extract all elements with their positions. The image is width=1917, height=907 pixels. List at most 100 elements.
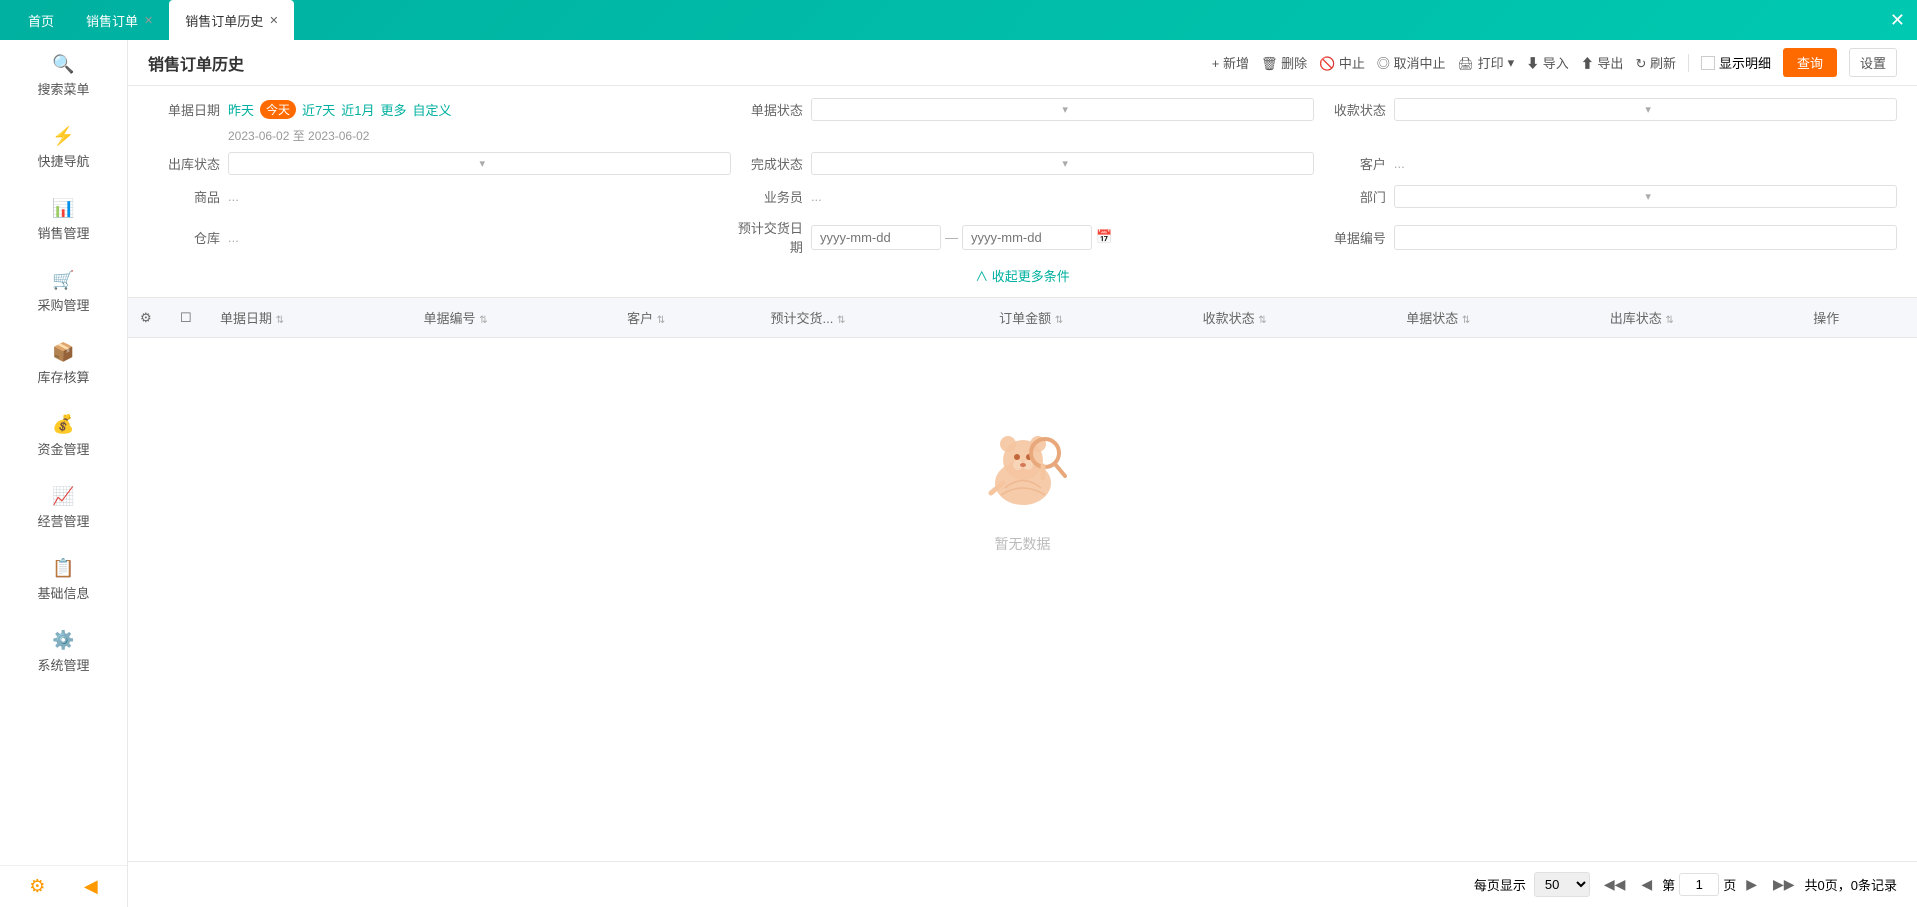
sort-receipt-status-icon[interactable]: ⇅ [1258, 315, 1266, 326]
sidebar-item-purchase-mgmt[interactable]: 🛒 采购管理 [0, 256, 127, 328]
sort-order-amount-icon[interactable]: ⇅ [1055, 315, 1063, 326]
collapse-bar[interactable]: ∧ 收起更多条件 [148, 266, 1897, 285]
sidebar-item-inventory[interactable]: 📦 库存核算 [0, 328, 127, 400]
expected-date-value: — 📅 [811, 225, 1314, 250]
th-receipt-status[interactable]: 收款状态 ⇅ [1191, 298, 1395, 338]
toolbar: + 新增 🗑 删除 🚫 中止 ◎ 取消中止 🖨 打印 ▾ ⬇ 导入 [1212, 48, 1897, 77]
th-customer[interactable]: 客户 ⇅ [615, 298, 758, 338]
shortcut-more[interactable]: 更多 [381, 100, 407, 119]
next-page-button[interactable]: ▶ [1740, 874, 1763, 895]
print-button[interactable]: 🖨 打印 ▾ [1458, 53, 1515, 72]
topbar-right: ✕ [1890, 10, 1905, 31]
empty-illustration [963, 418, 1083, 518]
sort-bill-date-icon[interactable]: ⇅ [276, 315, 284, 326]
table-area: ⚙ ☐ 单据日期 ⇅ 单据编号 ⇅ 客户 ⇅ [128, 298, 1917, 861]
sort-bill-status-icon[interactable]: ⇅ [1462, 315, 1470, 326]
bill-no-input[interactable] [1394, 225, 1897, 250]
sort-expected-date-icon[interactable]: ⇅ [837, 315, 845, 326]
stop-button[interactable]: 🚫 中止 [1319, 53, 1365, 72]
print-dropdown-icon[interactable]: ▾ [1508, 55, 1515, 71]
filter-section-department: 部门 ▾ [1314, 185, 1897, 208]
sidebar-item-operations[interactable]: 📈 经营管理 [0, 472, 127, 544]
out-status-label: 出库状态 [148, 154, 228, 173]
th-customer-label: 客户 [627, 311, 653, 326]
complete-status-select[interactable]: ▾ [811, 152, 1314, 175]
tab-sales-order-close[interactable]: ✕ [144, 14, 153, 27]
sidebar-item-inventory-label: 库存核算 [37, 367, 89, 386]
shortcut-last1month[interactable]: 近1月 [341, 100, 374, 119]
delete-button[interactable]: 🗑 删除 [1261, 53, 1307, 72]
th-expected-date[interactable]: 预计交货... ⇅ [759, 298, 988, 338]
calendar-icon-right[interactable]: 📅 [1096, 229, 1112, 245]
th-order-amount[interactable]: 订单金额 ⇅ [987, 298, 1191, 338]
sidebar-collapse-icon[interactable]: ◀ [84, 876, 98, 897]
tab-sales-order-label: 销售订单 [86, 11, 138, 30]
th-bill-date[interactable]: 单据日期 ⇅ [208, 298, 412, 338]
th-out-status[interactable]: 出库状态 ⇅ [1598, 298, 1802, 338]
receipt-status-select[interactable]: ▾ [1394, 98, 1897, 121]
th-receipt-status-label: 收款状态 [1203, 311, 1255, 326]
shortcut-custom[interactable]: 自定义 [413, 100, 452, 119]
th-out-status-label: 出库状态 [1610, 311, 1662, 326]
product-value: ... [228, 189, 731, 204]
th-operation: 操作 [1801, 298, 1917, 338]
print-button-label: 🖨 打印 [1458, 53, 1504, 72]
th-checkbox[interactable]: ☐ [168, 298, 208, 338]
data-table: ⚙ ☐ 单据日期 ⇅ 单据编号 ⇅ 客户 ⇅ [128, 298, 1917, 594]
th-order-amount-label: 订单金额 [999, 311, 1051, 326]
sidebar-item-basic-info[interactable]: 📋 基础信息 [0, 544, 127, 616]
out-status-select[interactable]: ▾ [228, 152, 731, 175]
toolbar-divider [1688, 54, 1689, 72]
shortcut-yesterday[interactable]: 昨天 [228, 100, 254, 119]
query-button[interactable]: 查询 [1783, 48, 1837, 77]
th-settings[interactable]: ⚙ [128, 298, 168, 338]
import-button[interactable]: ⬇ 导入 [1526, 53, 1569, 72]
th-bill-status[interactable]: 单据状态 ⇅ [1394, 298, 1598, 338]
window-close-button[interactable]: ✕ [1890, 10, 1905, 31]
shortcut-today[interactable]: 今天 [260, 100, 296, 119]
filter-section-receipt-status: 收款状态 ▾ [1314, 98, 1897, 121]
sidebar-item-search-menu[interactable]: 🔍 搜索菜单 [0, 40, 127, 112]
refresh-button[interactable]: ↻ 刷新 [1635, 53, 1676, 72]
th-bill-no-label: 单据编号 [424, 311, 476, 326]
sidebar-item-quick-nav[interactable]: ⚡ 快捷导航 [0, 112, 127, 184]
bill-status-select[interactable]: ▾ [811, 98, 1314, 121]
expected-date-from[interactable] [811, 225, 941, 250]
th-bill-no[interactable]: 单据编号 ⇅ [412, 298, 616, 338]
date-filter-value: 昨天 今天 近7天 近1月 更多 自定义 [228, 100, 731, 119]
top-bar: 首页 销售订单 ✕ 销售订单历史 ✕ ✕ [0, 0, 1917, 40]
display-detail[interactable]: 显示明细 [1701, 53, 1771, 72]
current-page-input[interactable] [1679, 873, 1719, 896]
prev-page-button[interactable]: ◀ [1635, 874, 1658, 895]
sidebar-item-finance[interactable]: 💰 资金管理 [0, 400, 127, 472]
sidebar-settings-icon[interactable]: ⚙ [29, 876, 45, 897]
product-input[interactable]: ... [228, 189, 239, 204]
sort-bill-no-icon[interactable]: ⇅ [479, 315, 487, 326]
out-status-arrow-icon: ▾ [479, 157, 721, 170]
th-operation-label: 操作 [1813, 311, 1839, 326]
last-page-button[interactable]: ▶▶ [1767, 874, 1801, 895]
sort-out-status-icon[interactable]: ⇅ [1665, 315, 1673, 326]
sidebar-item-sales-mgmt[interactable]: 📊 销售管理 [0, 184, 127, 256]
expected-date-to[interactable] [962, 225, 1092, 250]
cancel-stop-button[interactable]: ◎ 取消中止 [1377, 53, 1446, 72]
customer-input[interactable]: ... [1394, 156, 1405, 171]
sidebar-item-sys-mgmt[interactable]: ⚙️ 系统管理 [0, 616, 127, 688]
warehouse-input[interactable]: ... [228, 230, 239, 245]
tab-home[interactable]: 首页 [12, 0, 70, 40]
shortcut-last7[interactable]: 近7天 [302, 100, 335, 119]
new-button[interactable]: + 新增 [1212, 53, 1249, 72]
tab-sales-order-history[interactable]: 销售订单历史 ✕ [169, 0, 294, 40]
import-button-label: ⬇ 导入 [1526, 53, 1569, 72]
sort-customer-icon[interactable]: ⇅ [657, 315, 665, 326]
per-page-select[interactable]: 50 10 20 100 [1534, 872, 1590, 897]
filter-section-warehouse: 仓库 ... [148, 228, 731, 247]
export-button[interactable]: ⬆ 导出 [1581, 53, 1624, 72]
first-page-button[interactable]: ◀◀ [1598, 874, 1632, 895]
salesperson-input[interactable]: ... [811, 189, 822, 204]
tab-sales-order[interactable]: 销售订单 ✕ [70, 0, 169, 40]
display-detail-checkbox[interactable] [1701, 56, 1715, 70]
tab-sales-order-history-close[interactable]: ✕ [269, 14, 278, 27]
settings-button[interactable]: 设置 [1849, 48, 1897, 77]
department-select[interactable]: ▾ [1394, 185, 1897, 208]
